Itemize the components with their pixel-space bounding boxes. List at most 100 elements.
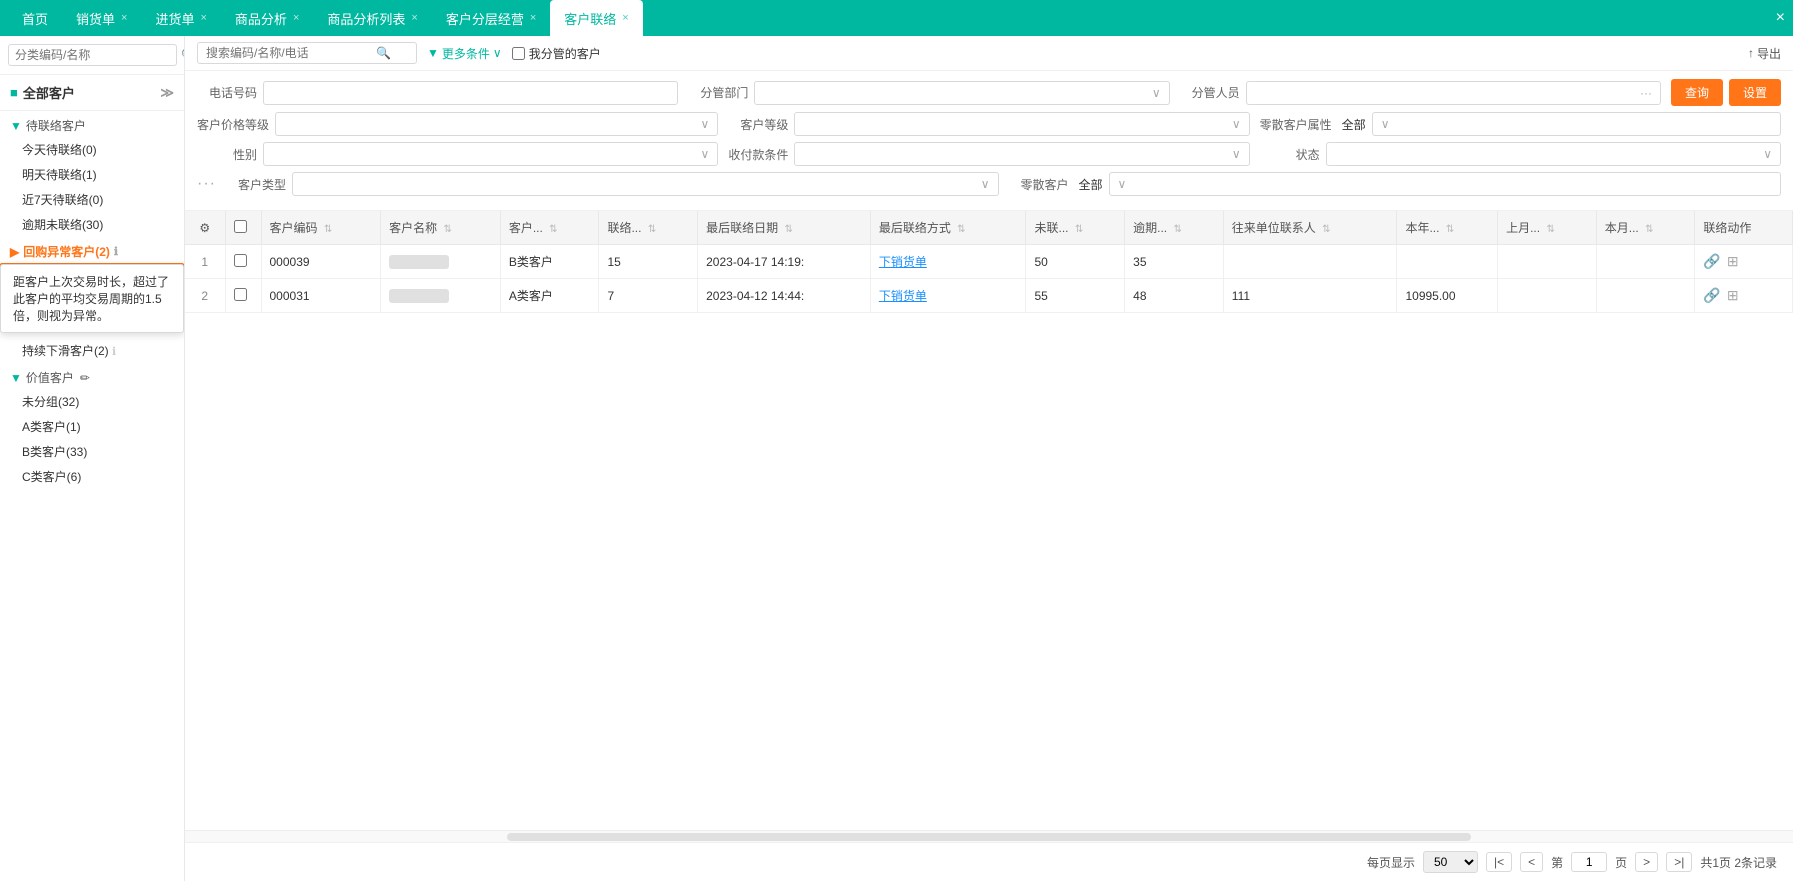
select-all-checkbox[interactable] bbox=[234, 220, 247, 233]
nav-purchase-close[interactable]: × bbox=[200, 12, 206, 24]
filter-more-dots[interactable]: ··· bbox=[197, 175, 216, 193]
sidebar-search-icon[interactable]: 🔍 bbox=[181, 48, 185, 62]
td-action-2: 🔗 ⊞ bbox=[1695, 279, 1793, 313]
nav-product-analysis-list-close[interactable]: × bbox=[411, 12, 417, 24]
last-method-link-2[interactable]: 下销货单 bbox=[879, 289, 927, 303]
gear-icon[interactable]: ⚙ bbox=[199, 221, 210, 235]
filter-form: 电话号码 分管部门 ∨ 分管人员 ··· bbox=[185, 71, 1793, 211]
nav-product-analysis-close[interactable]: × bbox=[293, 12, 299, 24]
filter-phone-input[interactable] bbox=[263, 81, 678, 105]
filter-payment-term-select[interactable]: ∨ bbox=[794, 142, 1249, 166]
filter-gender-select[interactable]: ∨ bbox=[263, 142, 718, 166]
filter-customer-level-select[interactable]: ∨ bbox=[794, 112, 1249, 136]
filter-search-input[interactable] bbox=[206, 46, 376, 60]
query-button[interactable]: 查询 bbox=[1671, 79, 1723, 106]
filter-price-level-select[interactable]: ∨ bbox=[275, 112, 718, 136]
sort-arrows-date[interactable]: ⇅ bbox=[784, 224, 792, 235]
sidebar-item-class-c[interactable]: C类客户(6) bbox=[0, 464, 184, 489]
gender-arrow-icon: ∨ bbox=[701, 147, 710, 161]
filter-field-retail-attr: 零散客户属性 全部 ∨ bbox=[1260, 112, 1781, 136]
sidebar-item-7days[interactable]: 近7天待联络(0) bbox=[0, 187, 184, 212]
sort-arrows-year[interactable]: ⇅ bbox=[1446, 224, 1454, 235]
nav-sales-close[interactable]: × bbox=[121, 12, 127, 24]
pag-page-input[interactable] bbox=[1571, 852, 1607, 872]
nav-product-analysis-list[interactable]: 商品分析列表 × bbox=[313, 0, 431, 36]
filter-field-gender: 性别 ∨ bbox=[197, 142, 718, 166]
settings-button[interactable]: 设置 bbox=[1729, 79, 1781, 106]
h-scrollbar[interactable] bbox=[185, 830, 1793, 842]
sort-arrows-last-month[interactable]: ⇅ bbox=[1546, 224, 1554, 235]
sort-arrows-contact[interactable]: ⇅ bbox=[648, 224, 656, 235]
nav-customer-segment[interactable]: 客户分层经营 × bbox=[432, 0, 550, 36]
filter-buttons: 查询 设置 bbox=[1671, 79, 1781, 106]
td-code-1: 000039 bbox=[261, 245, 381, 279]
my-customer-checkbox[interactable] bbox=[512, 47, 525, 60]
sort-arrows-overdue[interactable]: ⇅ bbox=[1174, 224, 1182, 235]
sidebar-group-value[interactable]: ▼ 价值客户 ✏ bbox=[0, 363, 184, 389]
filter-status-select[interactable]: ∨ bbox=[1326, 142, 1781, 166]
nav-home[interactable]: 首页 bbox=[8, 0, 62, 36]
nav-purchase[interactable]: 进货单 × bbox=[141, 0, 220, 36]
sidebar-item-overdue[interactable]: 逾期未联络(30) bbox=[0, 212, 184, 237]
nav-sales[interactable]: 销货单 × bbox=[62, 0, 141, 36]
filter-my-customer[interactable]: 我分管的客户 bbox=[512, 45, 601, 62]
per-page-select[interactable]: 50 20 100 bbox=[1423, 851, 1478, 873]
sort-arrows-uncontacted[interactable]: ⇅ bbox=[1075, 224, 1083, 235]
sidebar-item-class-a[interactable]: A类客户(1) bbox=[0, 414, 184, 439]
filter-retail-attr-select[interactable]: ∨ bbox=[1372, 112, 1781, 136]
filter-more-btn[interactable]: ▼ 更多条件 ∨ bbox=[427, 45, 502, 62]
customer-type-arrow-icon: ∨ bbox=[981, 177, 990, 191]
row-checkbox-1[interactable] bbox=[234, 254, 247, 267]
close-all-tabs[interactable]: × bbox=[1776, 9, 1785, 27]
sidebar-collapse-btn[interactable]: ≫ bbox=[160, 85, 174, 101]
th-settings[interactable]: ⚙ bbox=[185, 211, 225, 245]
info-icon[interactable]: ℹ bbox=[114, 245, 118, 258]
edit-icon[interactable]: ✏ bbox=[80, 371, 90, 385]
last-method-link-1[interactable]: 下销货单 bbox=[879, 255, 927, 269]
pag-prev-btn[interactable]: < bbox=[1520, 852, 1543, 872]
sort-arrows-name[interactable]: ⇅ bbox=[444, 224, 452, 235]
sidebar-group-pending[interactable]: ▼ 待联络客户 bbox=[0, 111, 184, 137]
filter-export-btn[interactable]: ↑ 导出 bbox=[1748, 45, 1781, 62]
sidebar-group-repurchase-anomaly[interactable]: ▶ 回购异常客户(2) ℹ bbox=[0, 237, 184, 263]
action-link-icon-1[interactable]: 🔗 bbox=[1703, 253, 1720, 270]
pag-first-btn[interactable]: |< bbox=[1486, 852, 1512, 872]
sort-arrows-type[interactable]: ⇅ bbox=[549, 224, 557, 235]
sidebar-item-ungrouped[interactable]: 未分组(32) bbox=[0, 389, 184, 414]
all-customers-title[interactable]: ■ 全部客户 ≫ bbox=[0, 75, 184, 111]
sort-arrows-unit[interactable]: ⇅ bbox=[1322, 224, 1330, 235]
td-unit-contact-2: 111 bbox=[1223, 279, 1397, 313]
filter-row-3: 性别 ∨ 收付款条件 ∨ 状态 bbox=[197, 142, 1781, 166]
sort-arrows-method[interactable]: ⇅ bbox=[957, 224, 965, 235]
filter-manager-select[interactable]: ··· bbox=[1246, 81, 1661, 105]
sort-arrows-code[interactable]: ⇅ bbox=[324, 224, 332, 235]
nav-product-analysis[interactable]: 商品分析 × bbox=[221, 0, 313, 36]
filter-row-4: ··· 客户类型 ∨ 零散客户 全部 ∨ bbox=[197, 172, 1781, 196]
info-icon-4[interactable]: ℹ bbox=[112, 346, 116, 358]
filter-customer-type-select[interactable]: ∨ bbox=[292, 172, 999, 196]
td-uncontacted-1: 50 bbox=[1026, 245, 1125, 279]
filter-department-select[interactable]: ∨ bbox=[754, 81, 1169, 105]
nav-customer-contact[interactable]: 客户联络 × bbox=[550, 0, 642, 36]
nav-customer-contact-close[interactable]: × bbox=[622, 12, 628, 24]
manager-arrow-icon: ··· bbox=[1640, 86, 1652, 100]
filter-search-icon[interactable]: 🔍 bbox=[376, 46, 391, 60]
pag-last-btn[interactable]: >| bbox=[1666, 852, 1692, 872]
price-level-arrow-icon: ∨ bbox=[701, 117, 710, 131]
nav-customer-segment-close[interactable]: × bbox=[530, 12, 536, 24]
sidebar-item-today[interactable]: 今天待联络(0) bbox=[0, 137, 184, 162]
sidebar-item-tomorrow[interactable]: 明天待联络(1) bbox=[0, 162, 184, 187]
row-checkbox-2[interactable] bbox=[234, 288, 247, 301]
action-grid-icon-2[interactable]: ⊞ bbox=[1727, 287, 1739, 304]
filter-retail-customer-select[interactable]: ∨ bbox=[1109, 172, 1782, 196]
pagination-bar: 每页显示 50 20 100 |< < 第 页 > >| 共1页 2条记录 bbox=[185, 842, 1793, 881]
sidebar-item-declining[interactable]: 持续下滑客户(2) ℹ bbox=[0, 338, 184, 363]
sort-arrows-this-month[interactable]: ⇅ bbox=[1645, 224, 1653, 235]
sidebar-item-class-b[interactable]: B类客户(33) bbox=[0, 439, 184, 464]
sidebar-search-input[interactable] bbox=[8, 44, 177, 66]
td-contact-1: 15 bbox=[599, 245, 698, 279]
action-link-icon-2[interactable]: 🔗 bbox=[1703, 287, 1720, 304]
status-arrow-icon: ∨ bbox=[1763, 147, 1772, 161]
pag-next-btn[interactable]: > bbox=[1635, 852, 1658, 872]
action-grid-icon-1[interactable]: ⊞ bbox=[1727, 253, 1739, 270]
